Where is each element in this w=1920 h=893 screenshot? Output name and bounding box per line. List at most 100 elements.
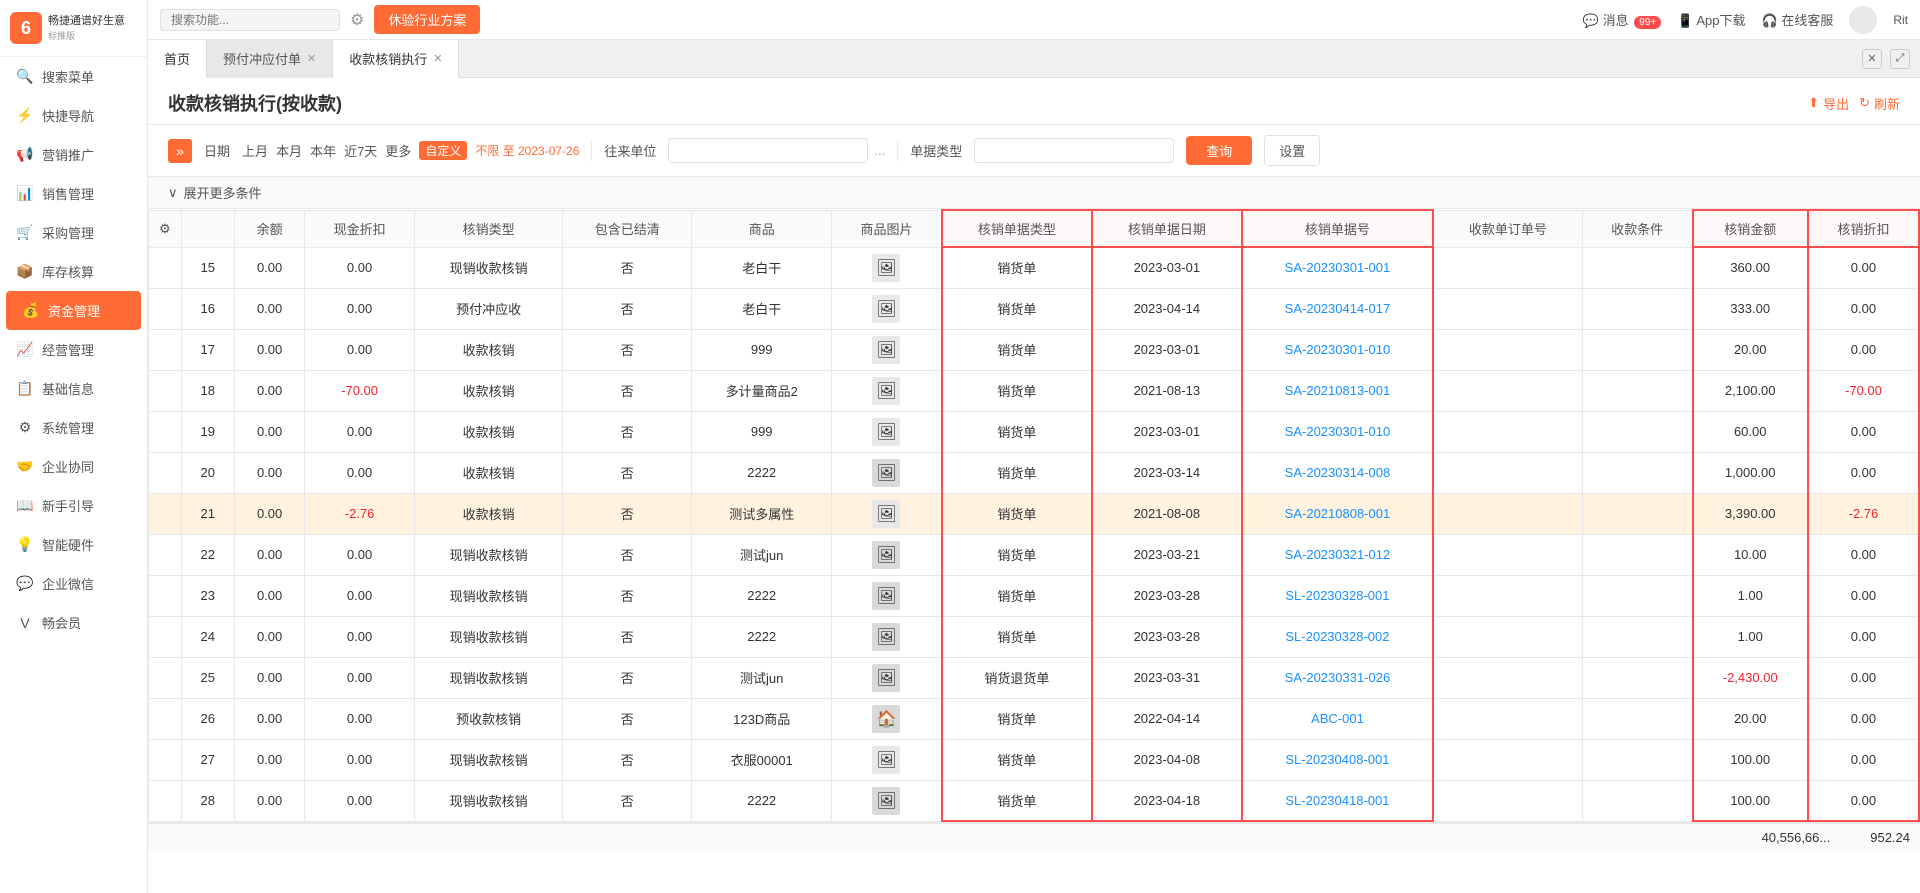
sidebar-item-1[interactable]: ⚡ 快捷导航: [0, 96, 147, 135]
industry-button[interactable]: 休验行业方案: [374, 5, 480, 34]
cell-settings[interactable]: [149, 575, 182, 616]
sidebar-item-14[interactable]: V畅会员: [0, 603, 147, 642]
product-image-thumb: 🖼: [872, 664, 900, 692]
cell-bill-no[interactable]: ABC-001: [1242, 698, 1433, 739]
bill-no-link[interactable]: SA-20210808-001: [1285, 506, 1391, 521]
cell-settings[interactable]: [149, 411, 182, 452]
sidebar-item-7[interactable]: 📈经营管理: [0, 330, 147, 369]
expand-more-bar[interactable]: ∨ 展开更多条件: [148, 177, 1920, 209]
sidebar-icon-1: ⚡: [16, 107, 34, 125]
cell-bill-no[interactable]: SA-20230414-017: [1242, 288, 1433, 329]
bill-no-link[interactable]: SA-20230301-010: [1285, 342, 1391, 357]
sidebar-item-9[interactable]: ⚙系统管理: [0, 408, 147, 447]
cell-bill-no[interactable]: SA-20230314-008: [1242, 452, 1433, 493]
cell-seq: 19: [181, 411, 234, 452]
bill-no-link[interactable]: SL-20230328-001: [1285, 588, 1389, 603]
cell-bill-no[interactable]: SA-20230301-001: [1242, 247, 1433, 288]
sidebar-item-8[interactable]: 📋基础信息: [0, 369, 147, 408]
cell-settings[interactable]: [149, 329, 182, 370]
bill-no-link[interactable]: SL-20230408-001: [1285, 752, 1389, 767]
tab-writeoff[interactable]: 收款核销执行 ✕: [333, 40, 459, 78]
app-download[interactable]: 📱 App下载: [1677, 10, 1745, 29]
cell-bill-no[interactable]: SA-20210813-001: [1242, 370, 1433, 411]
cell-bill-no[interactable]: SA-20210808-001: [1242, 493, 1433, 534]
sidebar-item-12[interactable]: 💡智能硬件: [0, 525, 147, 564]
refresh-button[interactable]: ↻ 刷新: [1859, 94, 1900, 113]
cell-include-settled: 否: [563, 329, 692, 370]
cell-writeoff-amount: 60.00: [1693, 411, 1808, 452]
last-7-days-link[interactable]: 近7天: [344, 141, 377, 160]
this-month-link[interactable]: 本月: [276, 141, 302, 160]
cell-balance: 0.00: [234, 452, 305, 493]
cell-settings[interactable]: [149, 247, 182, 288]
sidebar-item-4[interactable]: 🛒采购管理: [0, 213, 147, 252]
sidebar-item-6[interactable]: 💰资金管理: [6, 291, 141, 330]
cell-settings[interactable]: [149, 739, 182, 780]
cell-settings[interactable]: [149, 657, 182, 698]
cell-bill-no[interactable]: SL-20230418-001: [1242, 780, 1433, 821]
query-button[interactable]: 查询: [1186, 136, 1252, 165]
cell-receipt-condition: [1582, 329, 1692, 370]
cell-product: 测试多属性: [692, 493, 832, 534]
counterpart-input[interactable]: [668, 138, 868, 163]
custom-date-btn[interactable]: 自定义: [419, 141, 467, 160]
bill-no-link[interactable]: SA-20210813-001: [1285, 383, 1391, 398]
cell-settings[interactable]: [149, 616, 182, 657]
online-service[interactable]: 🎧 在线客服: [1762, 10, 1834, 29]
close-window-btn[interactable]: ✕: [1862, 49, 1882, 69]
sidebar-item-11[interactable]: 📖新手引导: [0, 486, 147, 525]
tab-home[interactable]: 首页: [148, 40, 207, 78]
export-button[interactable]: ⬆ 导出: [1808, 94, 1849, 113]
bill-no-link[interactable]: SA-20230301-010: [1285, 424, 1391, 439]
th-settings[interactable]: ⚙: [149, 210, 182, 247]
bill-no-link[interactable]: SA-20230331-026: [1285, 670, 1391, 685]
cell-settings[interactable]: [149, 493, 182, 534]
cell-bill-no[interactable]: SL-20230328-002: [1242, 616, 1433, 657]
tab-close-writeoff[interactable]: ✕: [433, 52, 442, 65]
bill-no-link[interactable]: ABC-001: [1311, 711, 1364, 726]
filter-expand-button[interactable]: »: [168, 139, 192, 163]
cell-bill-no[interactable]: SA-20230301-010: [1242, 329, 1433, 370]
tab-close-prepay[interactable]: ✕: [307, 52, 316, 65]
voucher-type-select[interactable]: [974, 138, 1174, 163]
cell-writeoff-type: 现销收款核销: [414, 616, 562, 657]
sidebar-item-0[interactable]: 🔍搜索菜单: [0, 57, 147, 96]
this-year-link[interactable]: 本年: [310, 141, 336, 160]
counterpart-dots[interactable]: ...: [874, 143, 885, 158]
sidebar-label-5: 库存核算: [42, 262, 94, 281]
bill-no-link[interactable]: SA-20230301-001: [1285, 260, 1391, 275]
sidebar-item-13[interactable]: 💬企业微信: [0, 564, 147, 603]
cell-writeoff-amount: -2,430.00: [1693, 657, 1808, 698]
cell-settings[interactable]: [149, 534, 182, 575]
cell-bill-no[interactable]: SL-20230328-001: [1242, 575, 1433, 616]
cell-bill-no[interactable]: SA-20230301-010: [1242, 411, 1433, 452]
cell-bill-no[interactable]: SA-20230321-012: [1242, 534, 1433, 575]
settings-button[interactable]: 设置: [1264, 135, 1320, 166]
maximize-window-btn[interactable]: ⤢: [1890, 49, 1910, 69]
sidebar-item-10[interactable]: 🤝企业协同: [0, 447, 147, 486]
cell-settings[interactable]: [149, 288, 182, 329]
sidebar-label-1: 快捷导航: [42, 106, 94, 125]
tab-prepay[interactable]: 预付冲应付单 ✕: [207, 40, 333, 78]
cell-settings[interactable]: [149, 452, 182, 493]
cell-settings[interactable]: [149, 780, 182, 821]
bill-no-link[interactable]: SL-20230328-002: [1285, 629, 1389, 644]
cell-settings[interactable]: [149, 698, 182, 739]
notifications[interactable]: 💬 消息 99+: [1583, 10, 1661, 29]
cell-settings[interactable]: [149, 370, 182, 411]
last-month-link[interactable]: 上月: [242, 141, 268, 160]
cell-bill-no[interactable]: SA-20230331-026: [1242, 657, 1433, 698]
sidebar-item-3[interactable]: 📊销售管理: [0, 174, 147, 213]
gear-icon[interactable]: ⚙: [350, 10, 364, 30]
bill-no-link[interactable]: SA-20230321-012: [1285, 547, 1391, 562]
search-input[interactable]: [160, 9, 340, 31]
sidebar-item-5[interactable]: 📦库存核算: [0, 252, 147, 291]
bill-no-link[interactable]: SL-20230418-001: [1285, 793, 1389, 808]
sidebar-item-2[interactable]: 📢营销推广: [0, 135, 147, 174]
cell-bill-no[interactable]: SL-20230408-001: [1242, 739, 1433, 780]
bill-no-link[interactable]: SA-20230314-008: [1285, 465, 1391, 480]
more-date-link[interactable]: 更多: [385, 141, 411, 160]
cell-balance: 0.00: [234, 780, 305, 821]
bill-no-link[interactable]: SA-20230414-017: [1285, 301, 1391, 316]
cell-receipt-condition: [1582, 698, 1692, 739]
